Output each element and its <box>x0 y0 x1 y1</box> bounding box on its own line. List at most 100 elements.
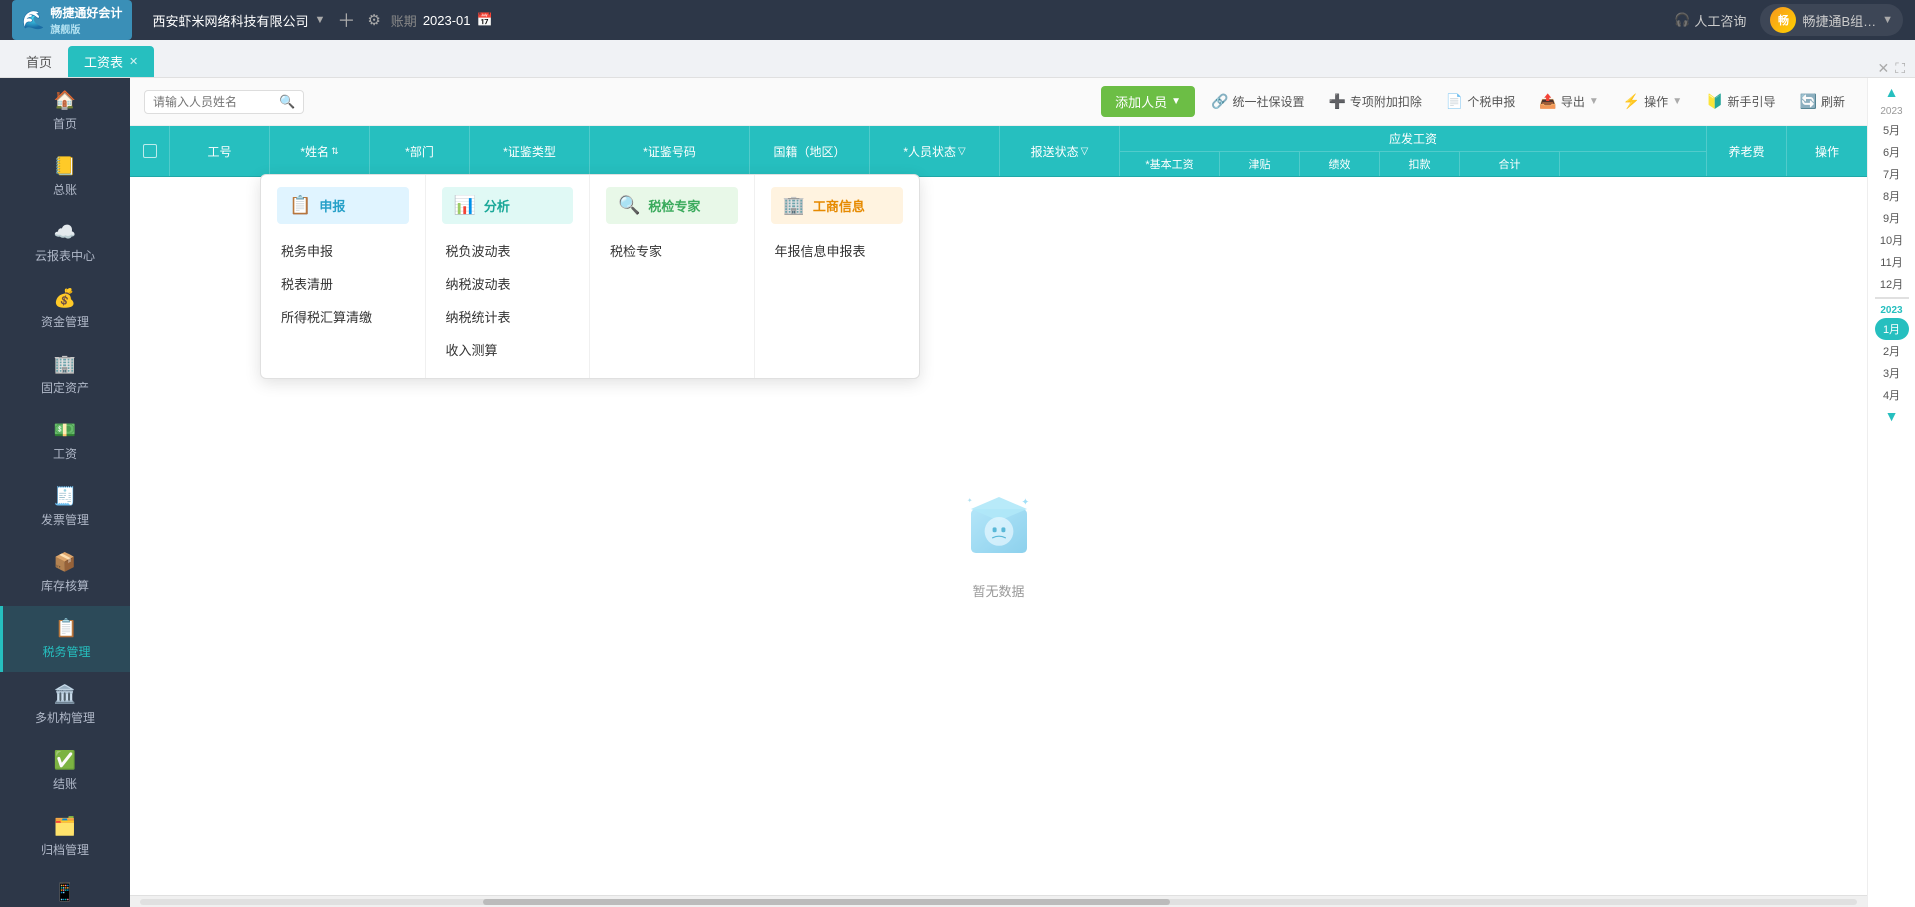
sidebar-item-inventory[interactable]: 📦 库存核算 <box>0 540 130 606</box>
tab-salary[interactable]: 工资表 ✕ <box>68 46 154 77</box>
scroll-thumb[interactable] <box>483 899 1170 905</box>
popup-grid: 📋 申报 税务申报 税表清册 所得税汇算清缴 <box>261 175 919 378</box>
user-info[interactable]: 畅 畅捷通B组… ▼ <box>1760 4 1903 36</box>
tab-home[interactable]: 首页 <box>10 46 68 77</box>
timeline-month-4[interactable]: 4月 <box>1875 384 1909 406</box>
timeline-month-5[interactable]: 5月 <box>1875 119 1909 141</box>
topbar-right: 🎧 人工咨询 畅 畅捷通B组… ▼ <box>1674 4 1903 36</box>
popup-item-income-calc[interactable]: 收入测算 <box>442 333 574 366</box>
sidebar-item-fund[interactable]: 💰 资金管理 <box>0 276 130 342</box>
tax-report-label: 个税申报 <box>1467 93 1515 110</box>
popup-item-tax-declare[interactable]: 税务申报 <box>277 234 409 267</box>
user-label: 畅捷通B组… <box>1802 11 1876 30</box>
th-id-number: *证鉴号码 <box>590 126 750 176</box>
period-value: 2023-01 <box>423 13 471 28</box>
tax-report-icon: 📄 <box>1446 93 1463 110</box>
shuijian-icon: 🔍 <box>618 195 640 216</box>
sidebar-item-ledger[interactable]: 📒 总账 <box>0 144 130 210</box>
popup-title-gongshang: 工商信息 <box>813 196 865 215</box>
add-people-button[interactable]: 添加人员 ▼ <box>1101 86 1195 117</box>
th-nationality: 国籍（地区） <box>750 126 870 176</box>
popup-header-shenbao: 📋 申报 <box>277 187 409 224</box>
timeline-month-6[interactable]: 6月 <box>1875 141 1909 163</box>
popup-col-fenxi: 📊 分析 税负波动表 纳税波动表 纳税统计表 收入测算 <box>426 175 591 378</box>
popup-item-annual-report[interactable]: 年报信息申报表 <box>771 234 904 267</box>
export-label: 导出 <box>1561 93 1585 110</box>
social-insurance-button[interactable]: 🔗 统一社保设置 <box>1203 89 1312 114</box>
popup-item-income-settlement[interactable]: 所得税汇算清缴 <box>277 300 409 333</box>
sidebar-item-invoice[interactable]: 🧾 发票管理 <box>0 474 130 540</box>
new-guide-icon: 🔰 <box>1706 93 1723 110</box>
invoice-icon: 🧾 <box>54 486 76 507</box>
timeline-month-7[interactable]: 7月 <box>1875 163 1909 185</box>
th-report-status: 报送状态 ▽ <box>1000 126 1120 176</box>
window-maximize-icon[interactable]: ⛶ <box>1895 60 1905 77</box>
timeline-month-2[interactable]: 2月 <box>1875 340 1909 362</box>
timeline-up-icon[interactable]: ▲ <box>1883 82 1901 102</box>
inventory-icon: 📦 <box>54 552 76 573</box>
sidebar-item-home[interactable]: 🏠 首页 <box>0 78 130 144</box>
timeline-month-3[interactable]: 3月 <box>1875 362 1909 384</box>
table-header-row1: 工号 *姓名 ⇅ *部门 *证鉴类型 *证鉴号码 国籍（地区） *人员状态 ▽ <box>130 126 1867 177</box>
social-label: 统一社保设置 <box>1232 93 1304 110</box>
th-allowance: 津贴 <box>1220 152 1300 176</box>
period-selector[interactable]: 账期 2023-01 📅 <box>391 11 493 30</box>
app-title: 畅捷通好会计 <box>50 4 122 21</box>
timeline-month-11[interactable]: 11月 <box>1875 251 1909 273</box>
th-pension: 养老费 <box>1707 126 1787 176</box>
settle-icon: ✅ <box>54 750 76 771</box>
popup-item-tax-burden[interactable]: 税负波动表 <box>442 234 574 267</box>
timeline-month-8[interactable]: 8月 <box>1875 185 1909 207</box>
sidebar-label-cloud: 云报表中心 <box>35 247 95 264</box>
th-dept: *部门 <box>370 126 470 176</box>
settings-icon[interactable]: ⚙ <box>367 11 380 29</box>
checkbox-header[interactable] <box>130 126 170 176</box>
service-button[interactable]: 🎧 人工咨询 <box>1674 11 1746 30</box>
window-close-icon[interactable]: ✕ <box>1877 60 1889 77</box>
close-icon[interactable]: ✕ <box>129 55 138 68</box>
timeline-month-1[interactable]: 1月 <box>1875 318 1909 340</box>
popup-item-tax-table[interactable]: 税表清册 <box>277 267 409 300</box>
refresh-button[interactable]: 🔄 刷新 <box>1792 89 1853 114</box>
th-employee-id: 工号 <box>170 126 270 176</box>
report-filter-icon[interactable]: ▽ <box>1081 146 1089 157</box>
sidebar-item-salary[interactable]: 💵 工资 <box>0 408 130 474</box>
select-all-checkbox[interactable] <box>143 144 157 158</box>
timeline-year-current: 2023 <box>1880 305 1902 316</box>
special-deduction-button[interactable]: ➕ 专项附加扣除 <box>1320 89 1429 114</box>
popup-item-tax-stats[interactable]: 纳税统计表 <box>442 300 574 333</box>
sidebar-item-archive[interactable]: 🗂️ 归档管理 <box>0 804 130 870</box>
sidebar-item-cloud[interactable]: ☁️ 云报表中心 <box>0 210 130 276</box>
popup-item-tax-payment[interactable]: 纳税波动表 <box>442 267 574 300</box>
multi-icon: 🏛️ <box>54 684 76 705</box>
new-guide-button[interactable]: 🔰 新手引导 <box>1698 89 1783 114</box>
income-settlement-label: 所得税汇算清缴 <box>281 310 372 325</box>
timeline-down-icon[interactable]: ▼ <box>1883 406 1901 426</box>
sidebar-item-xiaochang[interactable]: 📱 小畅报销 <box>0 870 130 907</box>
add-company-icon[interactable]: ＋ <box>335 9 357 31</box>
popup-col-gongshang: 🏢 工商信息 年报信息申报表 <box>755 175 920 378</box>
empty-illustration: ✦ ✦ <box>949 485 1049 565</box>
sidebar-label-salary: 工资 <box>53 445 77 462</box>
timeline-month-9[interactable]: 9月 <box>1875 207 1909 229</box>
app-logo: 🌊 畅捷通好会计 旗舰版 <box>12 0 132 40</box>
app-subtitle: 旗舰版 <box>50 21 122 36</box>
sidebar-label-inventory: 库存核算 <box>41 577 89 594</box>
tax-report-button[interactable]: 📄 个税申报 <box>1438 89 1523 114</box>
timeline-month-12[interactable]: 12月 <box>1875 273 1909 295</box>
horizontal-scrollbar[interactable] <box>140 899 1857 905</box>
timeline-month-10[interactable]: 10月 <box>1875 229 1909 251</box>
sidebar-item-multi[interactable]: 🏛️ 多机构管理 <box>0 672 130 738</box>
search-input[interactable] <box>153 95 273 109</box>
company-selector[interactable]: 西安虾米网络科技有限公司 ▼ <box>152 11 325 30</box>
search-icon: 🔍 <box>279 94 295 110</box>
popup-item-tax-expert[interactable]: 税检专家 <box>606 234 738 267</box>
period-label: 账期 <box>391 11 417 30</box>
name-sort-icon: ⇅ <box>331 146 339 157</box>
sidebar-item-settle[interactable]: ✅ 结账 <box>0 738 130 804</box>
status-filter-icon[interactable]: ▽ <box>958 146 966 157</box>
operate-button[interactable]: ⚡ 操作 ▼ <box>1615 89 1690 114</box>
sidebar-item-tax[interactable]: 📋 税务管理 <box>0 606 130 672</box>
sidebar-item-assets[interactable]: 🏢 固定资产 <box>0 342 130 408</box>
export-button[interactable]: 📤 导出 ▼ <box>1531 89 1606 114</box>
